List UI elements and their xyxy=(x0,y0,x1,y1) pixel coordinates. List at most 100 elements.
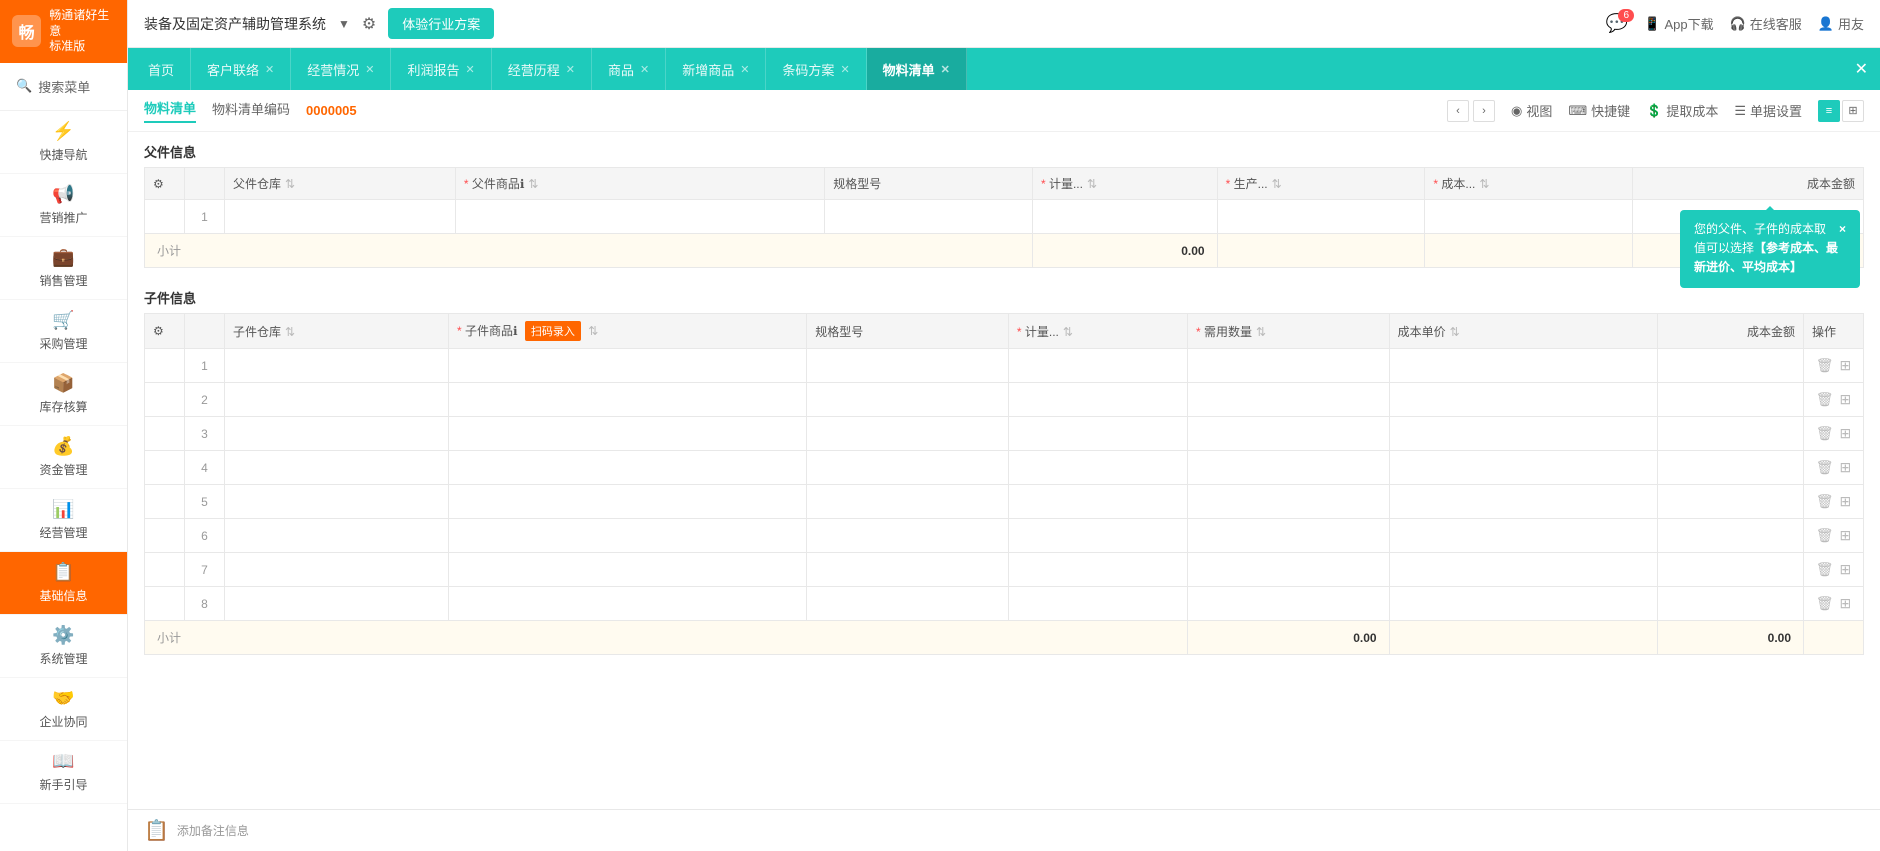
child-row-6-warehouse[interactable] xyxy=(225,519,449,553)
nav-tab-add-product[interactable]: 新增商品✕ xyxy=(666,48,766,90)
nav-tab-close-products[interactable]: ✕ xyxy=(640,63,649,76)
parent-row-production[interactable] xyxy=(1217,200,1425,234)
delete-row-7-button[interactable]: 🗑 xyxy=(1816,561,1834,578)
delete-row-1-button[interactable]: 🗑 xyxy=(1816,357,1834,374)
copy-row-8-button[interactable]: ⊞ xyxy=(1840,595,1852,612)
child-row-3-unit[interactable] xyxy=(1008,417,1187,451)
child-row-6-qty[interactable] xyxy=(1188,519,1390,553)
tooltip-close-button[interactable]: × xyxy=(1839,220,1846,239)
shortcut-button[interactable]: ⌨ 快捷键 xyxy=(1568,101,1630,120)
child-row-4-product[interactable] xyxy=(448,451,806,485)
delete-row-3-button[interactable]: 🗑 xyxy=(1816,425,1834,442)
nav-tab-customer[interactable]: 客户联络✕ xyxy=(191,48,291,90)
child-row-4-warehouse[interactable] xyxy=(225,451,449,485)
sidebar-item-basic-info[interactable]: 📋 基础信息 xyxy=(0,552,127,615)
nav-tab-close-barcode[interactable]: ✕ xyxy=(840,63,849,76)
cost-extract-button[interactable]: 💲 提取成本 xyxy=(1646,101,1718,120)
nav-tab-close-operation-history[interactable]: ✕ xyxy=(566,63,575,76)
parent-row-cost[interactable] xyxy=(1425,200,1633,234)
online-service-button[interactable]: 🎧 在线客服 xyxy=(1730,14,1802,33)
app-download-button[interactable]: 📱 App下载 xyxy=(1644,14,1713,33)
child-row-2-product[interactable] xyxy=(448,383,806,417)
copy-row-3-button[interactable]: ⊞ xyxy=(1840,425,1852,442)
nav-tab-bom[interactable]: 物料清单✕ xyxy=(867,48,967,90)
child-row-3-qty[interactable] xyxy=(1188,417,1390,451)
nav-tab-home[interactable]: 首页 xyxy=(132,48,191,90)
child-row-3-product[interactable] xyxy=(448,417,806,451)
delete-row-2-button[interactable]: 🗑 xyxy=(1816,391,1834,408)
sidebar-item-finance[interactable]: 💰 资金管理 xyxy=(0,426,127,489)
delete-row-4-button[interactable]: 🗑 xyxy=(1816,459,1834,476)
trial-plan-button[interactable]: 体验行业方案 xyxy=(388,8,494,39)
child-row-8-product[interactable] xyxy=(448,587,806,621)
child-row-2-qty[interactable] xyxy=(1188,383,1390,417)
close-all-tabs-button[interactable]: ✕ xyxy=(1847,59,1876,79)
sidebar-item-guide[interactable]: 📖 新手引导 xyxy=(0,741,127,804)
nav-tab-close-customer[interactable]: ✕ xyxy=(265,63,274,76)
child-row-5-product[interactable] xyxy=(448,485,806,519)
child-row-1-qty[interactable] xyxy=(1188,349,1390,383)
child-row-6-product[interactable] xyxy=(448,519,806,553)
child-row-1-unit[interactable] xyxy=(1008,349,1187,383)
settings-gear-button[interactable]: ⚙ xyxy=(362,14,376,34)
delete-row-5-button[interactable]: 🗑 xyxy=(1816,493,1834,510)
sidebar-item-inventory[interactable]: 📦 库存核算 xyxy=(0,363,127,426)
child-row-5-unit[interactable] xyxy=(1008,485,1187,519)
grid-view-button[interactable]: ⊞ xyxy=(1842,100,1864,122)
copy-row-5-button[interactable]: ⊞ xyxy=(1840,493,1852,510)
nav-tab-products[interactable]: 商品✕ xyxy=(592,48,666,90)
sidebar-item-marketing[interactable]: 📢 营销推广 xyxy=(0,174,127,237)
child-row-8-unit[interactable] xyxy=(1008,587,1187,621)
list-view-button[interactable]: ≡ xyxy=(1818,100,1840,122)
system-dropdown-button[interactable]: ▼ xyxy=(338,17,350,31)
copy-row-4-button[interactable]: ⊞ xyxy=(1840,459,1852,476)
child-row-8-qty[interactable] xyxy=(1188,587,1390,621)
sidebar-item-system[interactable]: ⚙️ 系统管理 xyxy=(0,615,127,678)
nav-prev-button[interactable]: ‹ xyxy=(1447,100,1469,122)
nav-tab-barcode[interactable]: 条码方案✕ xyxy=(766,48,866,90)
copy-row-6-button[interactable]: ⊞ xyxy=(1840,527,1852,544)
add-notes-label[interactable]: 添加备注信息 xyxy=(177,822,249,839)
child-row-7-unit[interactable] xyxy=(1008,553,1187,587)
child-row-7-warehouse[interactable] xyxy=(225,553,449,587)
parent-row-warehouse[interactable] xyxy=(225,200,456,234)
child-row-1-product[interactable] xyxy=(448,349,806,383)
notification-button[interactable]: 💬 6 xyxy=(1606,13,1628,34)
child-row-7-qty[interactable] xyxy=(1188,553,1390,587)
copy-row-2-button[interactable]: ⊞ xyxy=(1840,391,1852,408)
nav-next-button[interactable]: › xyxy=(1473,100,1495,122)
child-row-5-qty[interactable] xyxy=(1188,485,1390,519)
child-row-1-warehouse[interactable] xyxy=(225,349,449,383)
child-row-7-product[interactable] xyxy=(448,553,806,587)
child-row-3-warehouse[interactable] xyxy=(225,417,449,451)
child-row-8-warehouse[interactable] xyxy=(225,587,449,621)
copy-row-7-button[interactable]: ⊞ xyxy=(1840,561,1852,578)
sub-nav-bom-list[interactable]: 物料清单 xyxy=(144,98,196,123)
user-menu-button[interactable]: 👤 用友 xyxy=(1818,14,1864,33)
nav-tab-profit-report[interactable]: 利润报告✕ xyxy=(391,48,491,90)
child-row-6-unit[interactable] xyxy=(1008,519,1187,553)
parent-row-unit[interactable] xyxy=(1032,200,1217,234)
copy-row-1-button[interactable]: ⊞ xyxy=(1840,357,1852,374)
nav-tab-operation-status[interactable]: 经营情况✕ xyxy=(291,48,391,90)
scan-input-button[interactable]: 扫码录入 xyxy=(525,321,581,341)
nav-tab-close-add-product[interactable]: ✕ xyxy=(740,63,749,76)
parent-row-product[interactable] xyxy=(455,200,824,234)
nav-tab-close-profit-report[interactable]: ✕ xyxy=(466,63,475,76)
search-menu-button[interactable]: 🔍 搜索菜单 xyxy=(8,71,119,102)
sidebar-item-enterprise[interactable]: 🤝 企业协同 xyxy=(0,678,127,741)
sidebar-item-quick-nav[interactable]: ⚡ 快捷导航 xyxy=(0,111,127,174)
child-row-2-warehouse[interactable] xyxy=(225,383,449,417)
child-row-2-unit[interactable] xyxy=(1008,383,1187,417)
sidebar-item-operation[interactable]: 📊 经营管理 xyxy=(0,489,127,552)
delete-row-8-button[interactable]: 🗑 xyxy=(1816,595,1834,612)
nav-tab-operation-history[interactable]: 经营历程✕ xyxy=(492,48,592,90)
child-row-4-unit[interactable] xyxy=(1008,451,1187,485)
view-button[interactable]: ◉ 视图 xyxy=(1511,101,1552,120)
sidebar-item-purchase[interactable]: 🛒 采购管理 xyxy=(0,300,127,363)
single-settings-button[interactable]: ☰ 单据设置 xyxy=(1734,101,1802,120)
sidebar-item-sales[interactable]: 💼 销售管理 xyxy=(0,237,127,300)
child-row-5-warehouse[interactable] xyxy=(225,485,449,519)
child-row-4-qty[interactable] xyxy=(1188,451,1390,485)
delete-row-6-button[interactable]: 🗑 xyxy=(1816,527,1834,544)
